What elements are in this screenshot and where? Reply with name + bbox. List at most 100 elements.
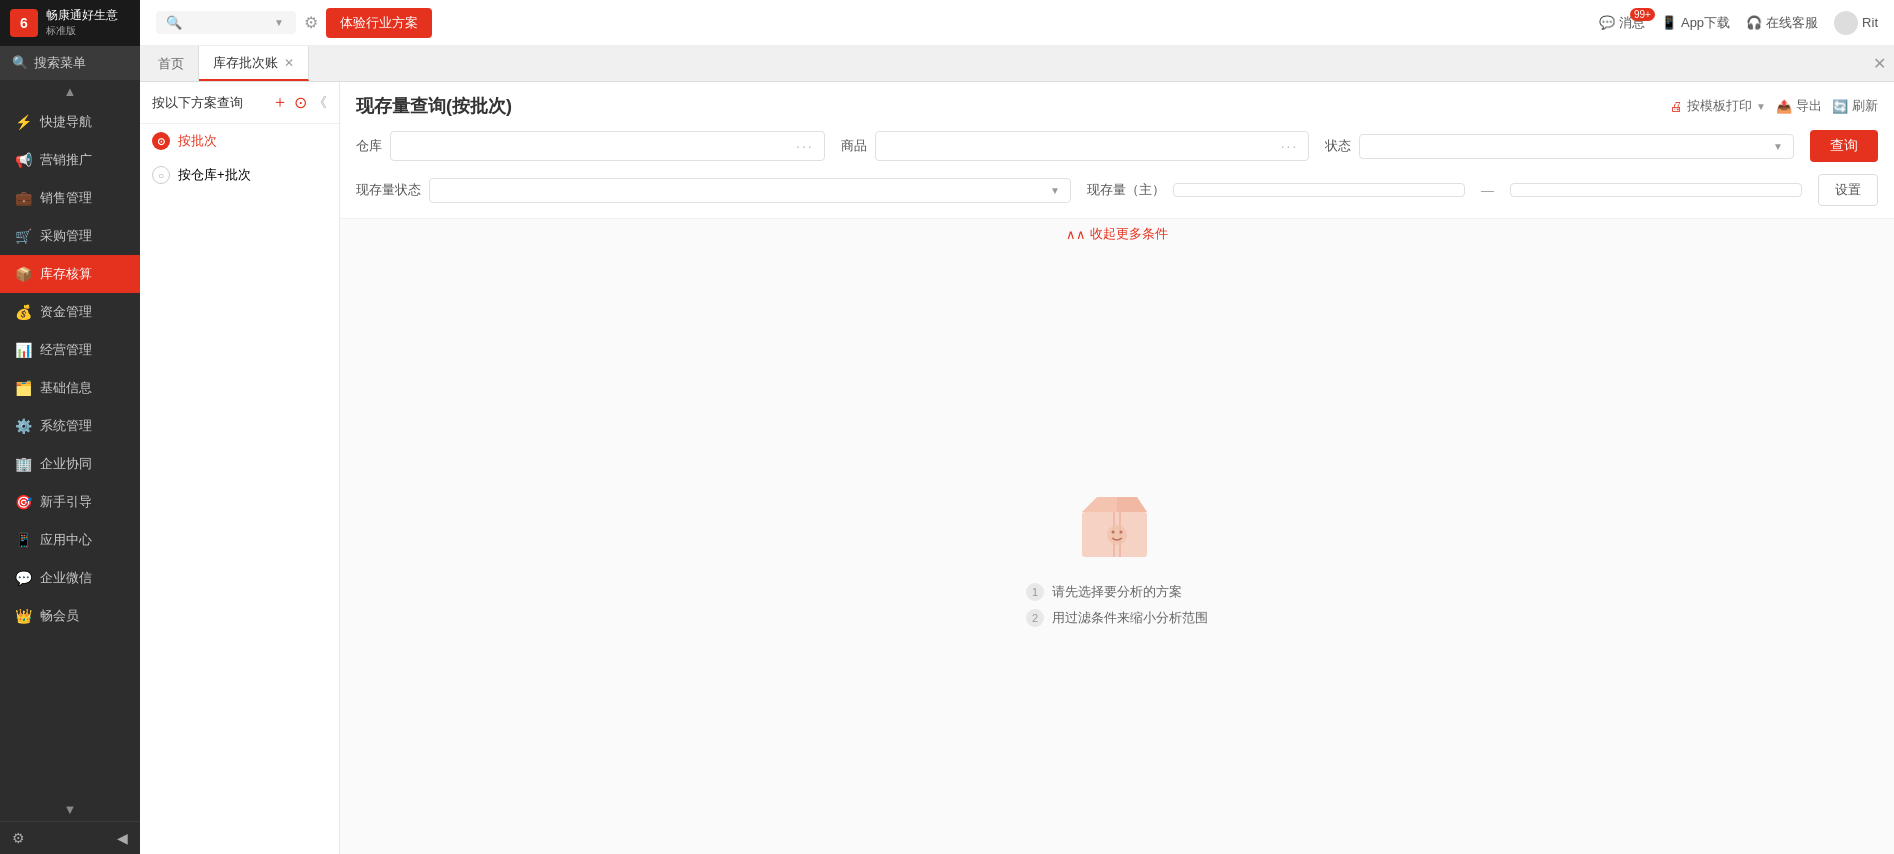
system-icon: ⚙️: [14, 417, 32, 435]
filter-row-1: 仓库 ··· 商品 ··· 状态: [340, 118, 1894, 174]
sidebar-item-wechat[interactable]: 💬 企业微信: [0, 559, 140, 597]
sidebar-scroll-down[interactable]: ▼: [0, 798, 140, 821]
settings-button[interactable]: 设置: [1818, 174, 1878, 206]
product-dots: ···: [1281, 138, 1299, 154]
query-header: 现存量查询(按批次) 🖨 按模板打印 ▼ 📤 导出 🔄: [340, 82, 1894, 118]
app-download-label: App下载: [1681, 14, 1730, 32]
stock-qty-label: 现存量（主）: [1087, 181, 1165, 199]
scheme-by-warehouse-batch[interactable]: ○ 按仓库+批次: [140, 158, 339, 192]
empty-tip-1: 1 请先选择要分析的方案: [1026, 583, 1208, 601]
scheme-active-icon: ⊙: [152, 132, 170, 150]
sidebar-item-label: 销售管理: [40, 189, 92, 207]
sidebar-nav: ⚡ 快捷导航 📢 营销推广 💼 销售管理 🛒 采购管理 📦 库存核算 💰 资金管…: [0, 103, 140, 798]
sidebar-item-label: 资金管理: [40, 303, 92, 321]
collapse-icon: ∧∧: [1066, 227, 1086, 242]
collapse-row[interactable]: ∧∧ 收起更多条件: [340, 218, 1894, 249]
topbar-dropdown-arrow-icon[interactable]: ▼: [274, 17, 284, 28]
sidebar-item-quick-nav[interactable]: ⚡ 快捷导航: [0, 103, 140, 141]
refresh-button[interactable]: 🔄 刷新: [1832, 97, 1878, 115]
product-input[interactable]: ···: [875, 131, 1310, 161]
warehouse-input[interactable]: ···: [390, 131, 825, 161]
print-dropdown-icon[interactable]: ▼: [1756, 101, 1766, 112]
marketing-icon: 📢: [14, 151, 32, 169]
sidebar: 6 畅康通好生意 标准版 🔍 搜索菜单 ▲ ⚡ 快捷导航 📢 营销推广 💼 销售…: [0, 0, 140, 854]
user-avatar: [1834, 11, 1858, 35]
header-actions: 🖨 按模板打印 ▼ 📤 导出 🔄 刷新: [1670, 97, 1878, 115]
svg-point-5: [1120, 530, 1123, 533]
left-panel-collapse-icon[interactable]: 《: [313, 94, 327, 112]
scheme-settings-icon[interactable]: ⊙: [294, 93, 307, 112]
scheme-by-batch[interactable]: ⊙ 按批次: [140, 124, 339, 158]
empty-tips: 1 请先选择要分析的方案 2 用过滤条件来缩小分析范围: [1026, 583, 1208, 627]
sidebar-item-system[interactable]: ⚙️ 系统管理: [0, 407, 140, 445]
action-buttons: 设置: [1818, 174, 1878, 206]
sidebar-item-label: 营销推广: [40, 151, 92, 169]
sidebar-item-purchase[interactable]: 🛒 采购管理: [0, 217, 140, 255]
online-service-button[interactable]: 🎧 在线客服: [1746, 14, 1818, 32]
sidebar-item-label: 新手引导: [40, 493, 92, 511]
tab-home-label: 首页: [158, 55, 184, 73]
headset-icon: 🎧: [1746, 15, 1762, 30]
app-title-block: 畅康通好生意 标准版: [46, 8, 118, 38]
inventory-icon: 📦: [14, 265, 32, 283]
tab-inventory-batch[interactable]: 库存批次账 ✕: [199, 46, 309, 81]
scheme-inactive-icon: ○: [152, 166, 170, 184]
status-filter: 状态 ▼: [1325, 134, 1794, 159]
right-panel: 现存量查询(按批次) 🖨 按模板打印 ▼ 📤 导出 🔄: [340, 82, 1894, 854]
operations-icon: 📊: [14, 341, 32, 359]
stock-status-select[interactable]: ▼: [429, 178, 1071, 203]
sidebar-item-member[interactable]: 👑 畅会员: [0, 597, 140, 635]
tabbar: 首页 库存批次账 ✕ ✕: [140, 46, 1894, 82]
print-button[interactable]: 🖨 按模板打印 ▼: [1670, 97, 1766, 115]
tabbar-close-button[interactable]: ✕: [1873, 54, 1886, 73]
stock-qty-input-min[interactable]: [1173, 183, 1465, 197]
left-panel-actions: ＋ ⊙ 《: [272, 92, 327, 113]
topbar: 🔍 ▼ ⚙ 体验行业方案 💬 消息 99+ 📱 App下载 🎧 在线客服: [140, 0, 1894, 46]
tip-num-2: 2: [1026, 609, 1044, 627]
print-icon: 🖨: [1670, 99, 1683, 114]
sidebar-settings-icon[interactable]: ⚙: [12, 830, 25, 846]
sidebar-item-marketing[interactable]: 📢 营销推广: [0, 141, 140, 179]
guide-icon: 🎯: [14, 493, 32, 511]
app-download-button[interactable]: 📱 App下载: [1661, 14, 1730, 32]
sidebar-item-sales[interactable]: 💼 销售管理: [0, 179, 140, 217]
sidebar-item-inventory[interactable]: 📦 库存核算: [0, 255, 140, 293]
topbar-gear-icon[interactable]: ⚙: [304, 13, 318, 32]
topbar-search-input[interactable]: [188, 16, 268, 30]
status-label: 状态: [1325, 137, 1351, 155]
stock-qty-input-max[interactable]: [1510, 183, 1802, 197]
status-dropdown-icon: ▼: [1773, 141, 1783, 152]
experience-button[interactable]: 体验行业方案: [326, 8, 432, 38]
messages-button[interactable]: 💬 消息 99+: [1599, 14, 1645, 32]
sidebar-item-basic[interactable]: 🗂️ 基础信息: [0, 369, 140, 407]
add-scheme-icon[interactable]: ＋: [272, 92, 288, 113]
status-select[interactable]: ▼: [1359, 134, 1794, 159]
basic-icon: 🗂️: [14, 379, 32, 397]
sidebar-collapse-icon[interactable]: ◀: [117, 830, 128, 846]
sidebar-item-enterprise[interactable]: 🏢 企业协同: [0, 445, 140, 483]
sidebar-item-label: 企业协同: [40, 455, 92, 473]
tab-close-icon[interactable]: ✕: [284, 56, 294, 70]
empty-area: 1 请先选择要分析的方案 2 用过滤条件来缩小分析范围: [340, 249, 1894, 854]
query-button[interactable]: 查询: [1810, 130, 1878, 162]
stock-qty-filter: 现存量（主） —: [1087, 181, 1802, 199]
content-area: 按以下方案查询 ＋ ⊙ 《 ⊙ 按批次 ○ 按仓库+批次 现存量查询: [140, 82, 1894, 854]
message-icon: 💬: [1599, 15, 1615, 30]
sidebar-scroll-up[interactable]: ▲: [0, 80, 140, 103]
empty-tip-2: 2 用过滤条件来缩小分析范围: [1026, 609, 1208, 627]
export-button[interactable]: 📤 导出: [1776, 97, 1822, 115]
sidebar-item-finance[interactable]: 💰 资金管理: [0, 293, 140, 331]
sidebar-item-operations[interactable]: 📊 经营管理: [0, 331, 140, 369]
sidebar-item-guide[interactable]: 🎯 新手引导: [0, 483, 140, 521]
tab-home[interactable]: 首页: [144, 46, 199, 81]
empty-illustration: 1 请先选择要分析的方案 2 用过滤条件来缩小分析范围: [1026, 477, 1208, 627]
print-label: 按模板打印: [1687, 97, 1752, 115]
topbar-search-icon: 🔍: [166, 15, 182, 30]
user-menu-button[interactable]: Rit: [1834, 11, 1878, 35]
query-area: 现存量查询(按批次) 🖨 按模板打印 ▼ 📤 导出 🔄: [340, 82, 1894, 249]
phone-icon: 📱: [1661, 15, 1677, 30]
sidebar-item-apps[interactable]: 📱 应用中心: [0, 521, 140, 559]
topbar-search-box[interactable]: 🔍 ▼: [156, 11, 296, 34]
sidebar-footer: ⚙ ◀: [0, 821, 140, 854]
sidebar-search[interactable]: 🔍 搜索菜单: [0, 46, 140, 80]
